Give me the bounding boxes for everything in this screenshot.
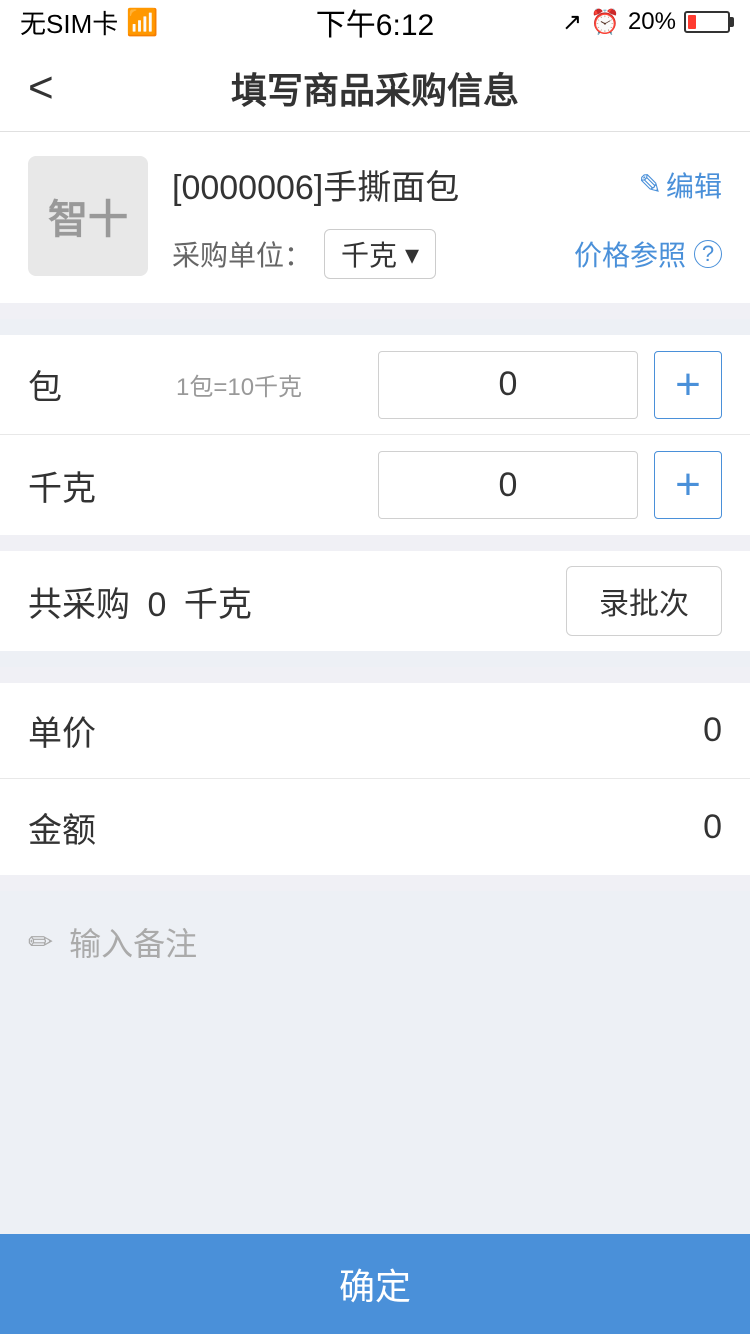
kg-plus-button[interactable]: + xyxy=(654,451,722,519)
record-batch-button[interactable]: 录批次 xyxy=(566,566,722,636)
product-name: [0000006]手撕面包 xyxy=(172,160,459,209)
edit-icon: ✎ xyxy=(639,168,662,201)
unit-select[interactable]: 千克 ▾ xyxy=(324,229,436,279)
confirm-button[interactable]: 确定 xyxy=(0,1234,750,1334)
bag-input-row: 包 1包=10千克 0 + xyxy=(0,335,750,435)
back-button[interactable]: < xyxy=(28,63,54,113)
bag-input-wrapper: 0 + xyxy=(302,351,722,419)
product-name-row: [0000006]手撕面包 ✎ 编辑 xyxy=(172,160,722,209)
bag-label: 包 xyxy=(28,360,168,409)
price-section: 单价 0 金额 0 xyxy=(0,683,750,875)
divider-2 xyxy=(0,651,750,667)
amount-row: 金额 0 xyxy=(0,779,750,875)
summary-section: 共采购 0 千克 录批次 xyxy=(0,551,750,651)
bag-quantity-input[interactable]: 0 xyxy=(378,351,638,419)
divider-1 xyxy=(0,319,750,335)
unit-price-value: 0 xyxy=(703,711,722,750)
price-ref-label: 价格参照 xyxy=(574,234,686,274)
product-image-text: 智十 xyxy=(48,187,128,245)
unit-select-wrapper[interactable]: 采购单位： 千克 ▾ xyxy=(172,229,436,279)
input-section: 包 1包=10千克 0 + 千克 0 + xyxy=(0,335,750,535)
unit-price-label: 单价 xyxy=(28,706,96,755)
unit-label: 采购单位： xyxy=(172,234,312,274)
battery-percent: 20% xyxy=(628,8,676,36)
kg-input-row: 千克 0 + xyxy=(0,435,750,535)
status-time: 下午6:12 xyxy=(316,0,434,44)
bag-plus-button[interactable]: + xyxy=(654,351,722,419)
nav-bar: < 填写商品采购信息 xyxy=(0,44,750,132)
battery-fill xyxy=(688,15,696,29)
chevron-down-icon: ▾ xyxy=(405,238,419,271)
carrier-text: 无SIM卡 xyxy=(20,4,118,41)
edit-label: 编辑 xyxy=(666,165,722,205)
status-bar-left: 无SIM卡 📶 xyxy=(20,4,159,41)
remark-section[interactable]: ✏ 输入备注 xyxy=(0,891,750,993)
alarm-icon: ⏰ xyxy=(590,8,620,37)
kg-quantity-input[interactable]: 0 xyxy=(378,451,638,519)
kg-input-wrapper: 0 + xyxy=(168,451,722,519)
unit-value: 千克 xyxy=(341,234,397,274)
status-bar-right: ↗ ⏰ 20% xyxy=(562,8,730,37)
product-image: 智十 xyxy=(28,156,148,276)
amount-label: 金额 xyxy=(28,803,96,852)
edit-button[interactable]: ✎ 编辑 xyxy=(639,165,722,205)
unit-row: 采购单位： 千克 ▾ 价格参照 ? xyxy=(172,229,722,279)
summary-row: 共采购 0 千克 录批次 xyxy=(0,551,750,651)
status-bar: 无SIM卡 📶 下午6:12 ↗ ⏰ 20% xyxy=(0,0,750,44)
summary-label: 共采购 0 千克 xyxy=(28,577,252,626)
info-icon: ? xyxy=(694,240,722,268)
price-ref-button[interactable]: 价格参照 ? xyxy=(574,234,722,274)
product-card: 智十 [0000006]手撕面包 ✎ 编辑 采购单位： 千克 ▾ 价格参照 ? xyxy=(0,132,750,303)
battery-icon xyxy=(684,11,730,33)
remark-placeholder: 输入备注 xyxy=(69,919,197,965)
product-info: [0000006]手撕面包 ✎ 编辑 采购单位： 千克 ▾ 价格参照 ? xyxy=(172,156,722,279)
page-title: 填写商品采购信息 xyxy=(231,62,519,114)
bag-sublabel: 1包=10千克 xyxy=(176,367,302,402)
location-icon: ↗ xyxy=(562,8,582,37)
kg-label: 千克 xyxy=(28,461,168,510)
wifi-icon: 📶 xyxy=(126,7,158,38)
amount-value: 0 xyxy=(703,808,722,847)
pencil-icon: ✏ xyxy=(28,925,53,960)
unit-price-row: 单价 0 xyxy=(0,683,750,779)
